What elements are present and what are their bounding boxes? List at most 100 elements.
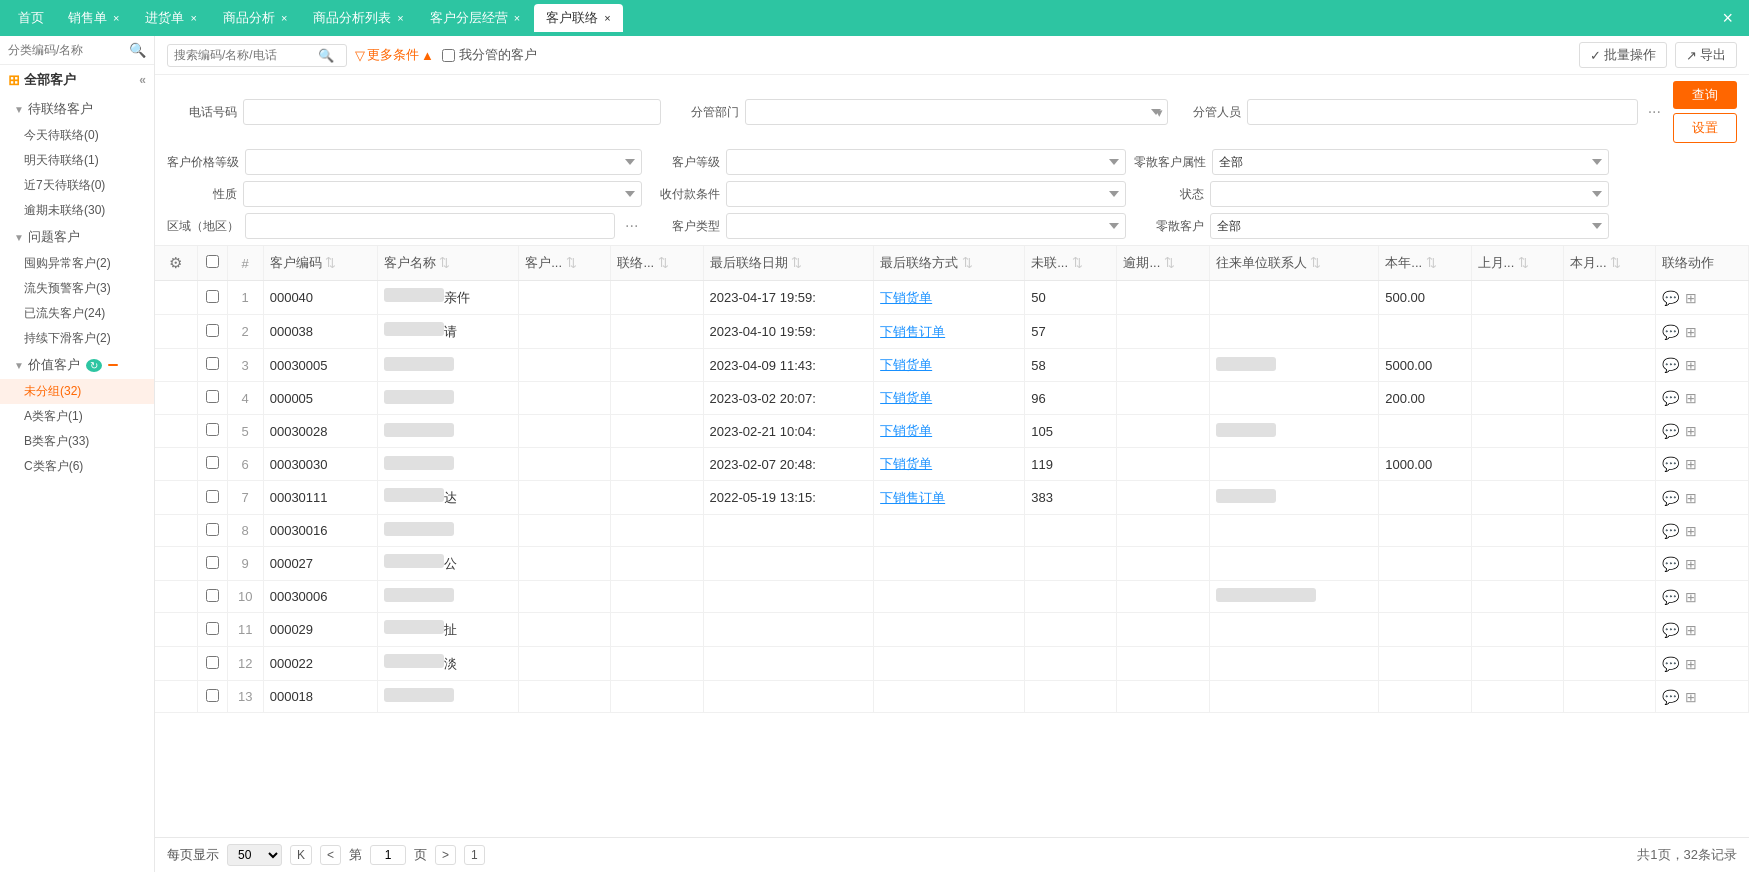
nav-tab-sales[interactable]: 销售单 × [56, 4, 131, 32]
grid-action-icon[interactable]: ⊞ [1685, 589, 1697, 605]
checkbox-cell[interactable] [197, 581, 227, 613]
more-conditions-button[interactable]: ▽ 更多条件 ▲ [355, 46, 434, 64]
type-column-header[interactable]: 客户... ⇅ [519, 246, 611, 281]
field-customer-level-select[interactable] [726, 149, 1125, 175]
close-icon[interactable]: × [281, 12, 287, 24]
checkbox-cell[interactable] [197, 448, 227, 481]
first-page-button[interactable]: K [290, 845, 312, 865]
sidebar-item-overdue[interactable]: 逾期未联络(30) [0, 198, 154, 223]
grid-action-icon[interactable]: ⊞ [1685, 556, 1697, 572]
checkbox-cell[interactable] [197, 647, 227, 681]
grid-action-icon[interactable]: ⊞ [1685, 656, 1697, 672]
grid-action-icon[interactable]: ⊞ [1685, 490, 1697, 506]
close-icon[interactable]: × [113, 12, 119, 24]
field-payment-terms-select[interactable] [726, 181, 1125, 207]
settings-column-header[interactable]: ⚙ [155, 246, 197, 281]
row-checkbox[interactable] [206, 324, 219, 337]
my-customers-checkbox[interactable] [442, 49, 455, 62]
checkbox-cell[interactable] [197, 349, 227, 382]
export-button[interactable]: ↗ 导出 [1675, 42, 1737, 68]
overdue-column-header[interactable]: 逾期... ⇅ [1117, 246, 1209, 281]
column-settings-button[interactable]: ⚙ [167, 254, 184, 272]
this-month-column-header[interactable]: 本月... ⇅ [1563, 246, 1655, 281]
sidebar-item-class-b[interactable]: B类客户(33) [0, 429, 154, 454]
row-checkbox[interactable] [206, 456, 219, 469]
select-all-checkbox[interactable] [206, 255, 219, 268]
sidebar-search-input[interactable] [8, 43, 125, 57]
sidebar-item-7days[interactable]: 近7天待联络(0) [0, 173, 154, 198]
last-contact-way-link[interactable]: 下销售订单 [880, 324, 945, 339]
grid-action-icon[interactable]: ⊞ [1685, 456, 1697, 472]
sidebar-item-declining[interactable]: 持续下滑客户(2) [0, 326, 154, 351]
sidebar-item-class-c[interactable]: C类客户(6) [0, 454, 154, 479]
last-contact-way-link[interactable]: 下销货单 [880, 456, 932, 471]
checkbox-cell[interactable] [197, 415, 227, 448]
last-contact-way-link[interactable]: 下销货单 [880, 290, 932, 305]
close-icon[interactable]: × [190, 12, 196, 24]
sidebar-item-tomorrow[interactable]: 明天待联络(1) [0, 148, 154, 173]
row-checkbox[interactable] [206, 656, 219, 669]
checkbox-cell[interactable] [197, 515, 227, 547]
grid-action-icon[interactable]: ⊞ [1685, 290, 1697, 306]
dots-icon[interactable]: ··· [1644, 103, 1665, 121]
grid-action-icon[interactable]: ⊞ [1685, 324, 1697, 340]
region-dots-icon[interactable]: ··· [621, 217, 642, 235]
page-number-input[interactable] [370, 845, 406, 865]
code-column-header[interactable]: 客户编码 ⇅ [263, 246, 377, 281]
sidebar-item-class-a[interactable]: A类客户(1) [0, 404, 154, 429]
chat-icon[interactable]: 💬 [1662, 490, 1679, 506]
field-department-select[interactable] [745, 99, 1168, 125]
close-icon[interactable]: × [604, 12, 610, 24]
all-customers-header[interactable]: ⊞ 全部客户 « [0, 65, 154, 95]
last-contact-way-column-header[interactable]: 最后联络方式 ⇅ [874, 246, 1025, 281]
grid-action-icon[interactable]: ⊞ [1685, 622, 1697, 638]
last-contact-way-link[interactable]: 下销货单 [880, 390, 932, 405]
sidebar-item-hoarding-abnormal[interactable]: 囤购异常客户(2) [0, 251, 154, 276]
nav-tab-purchase[interactable]: 进货单 × [133, 4, 208, 32]
grid-action-icon[interactable]: ⊞ [1685, 390, 1697, 406]
nav-tab-analysis-list[interactable]: 商品分析列表 × [301, 4, 415, 32]
chat-icon[interactable]: 💬 [1662, 689, 1679, 705]
search-icon[interactable]: 🔍 [318, 48, 334, 63]
field-retail-customer-select[interactable]: 全部 [1210, 213, 1609, 239]
checkbox-cell[interactable] [197, 315, 227, 349]
chat-icon[interactable]: 💬 [1662, 523, 1679, 539]
last-contact-date-column-header[interactable]: 最后联络日期 ⇅ [703, 246, 874, 281]
row-checkbox[interactable] [206, 622, 219, 635]
chat-icon[interactable]: 💬 [1662, 589, 1679, 605]
checkbox-cell[interactable] [197, 382, 227, 415]
unit-contact-column-header[interactable]: 往来单位联系人 ⇅ [1209, 246, 1379, 281]
last-month-column-header[interactable]: 上月... ⇅ [1471, 246, 1563, 281]
row-checkbox[interactable] [206, 490, 219, 503]
checkbox-cell[interactable] [197, 681, 227, 713]
sidebar-item-today[interactable]: 今天待联络(0) [0, 123, 154, 148]
sidebar-item-ungrouped[interactable]: 未分组(32) [0, 379, 154, 404]
sidebar-group-problem-customers[interactable]: ▼ 问题客户 [0, 223, 154, 251]
last-contact-way-link[interactable]: 下销货单 [880, 423, 932, 438]
close-icon[interactable]: × [397, 12, 403, 24]
checkbox-cell[interactable] [197, 613, 227, 647]
nav-tab-customer-segment[interactable]: 客户分层经营 × [418, 4, 532, 32]
chat-icon[interactable]: 💬 [1662, 656, 1679, 672]
checkbox-cell[interactable] [197, 547, 227, 581]
sidebar-group-pending-contact[interactable]: ▼ 待联络客户 [0, 95, 154, 123]
sidebar-search-icon[interactable]: 🔍 [129, 42, 146, 58]
sidebar-group-value-customers[interactable]: ▼ 价值客户 ↻ [0, 351, 154, 379]
chat-icon[interactable]: 💬 [1662, 290, 1679, 306]
nav-tab-customer-contact[interactable]: 客户联络 × [534, 4, 622, 32]
chat-icon[interactable]: 💬 [1662, 357, 1679, 373]
chat-icon[interactable]: 💬 [1662, 423, 1679, 439]
checkbox-cell[interactable] [197, 281, 227, 315]
field-customer-type-select[interactable] [726, 213, 1125, 239]
grid-action-icon[interactable]: ⊞ [1685, 357, 1697, 373]
field-price-level-select[interactable] [245, 149, 642, 175]
search-input[interactable] [174, 48, 314, 62]
field-phone-input[interactable] [243, 99, 661, 125]
field-nature-select[interactable] [243, 181, 642, 207]
grid-action-icon[interactable]: ⊞ [1685, 423, 1697, 439]
close-icon[interactable]: × [514, 12, 520, 24]
not-contact-column-header[interactable]: 未联... ⇅ [1025, 246, 1117, 281]
page-size-select[interactable]: 50 100 [227, 844, 282, 866]
field-retail-attr-select[interactable]: 全部 [1212, 149, 1609, 175]
row-checkbox[interactable] [206, 556, 219, 569]
